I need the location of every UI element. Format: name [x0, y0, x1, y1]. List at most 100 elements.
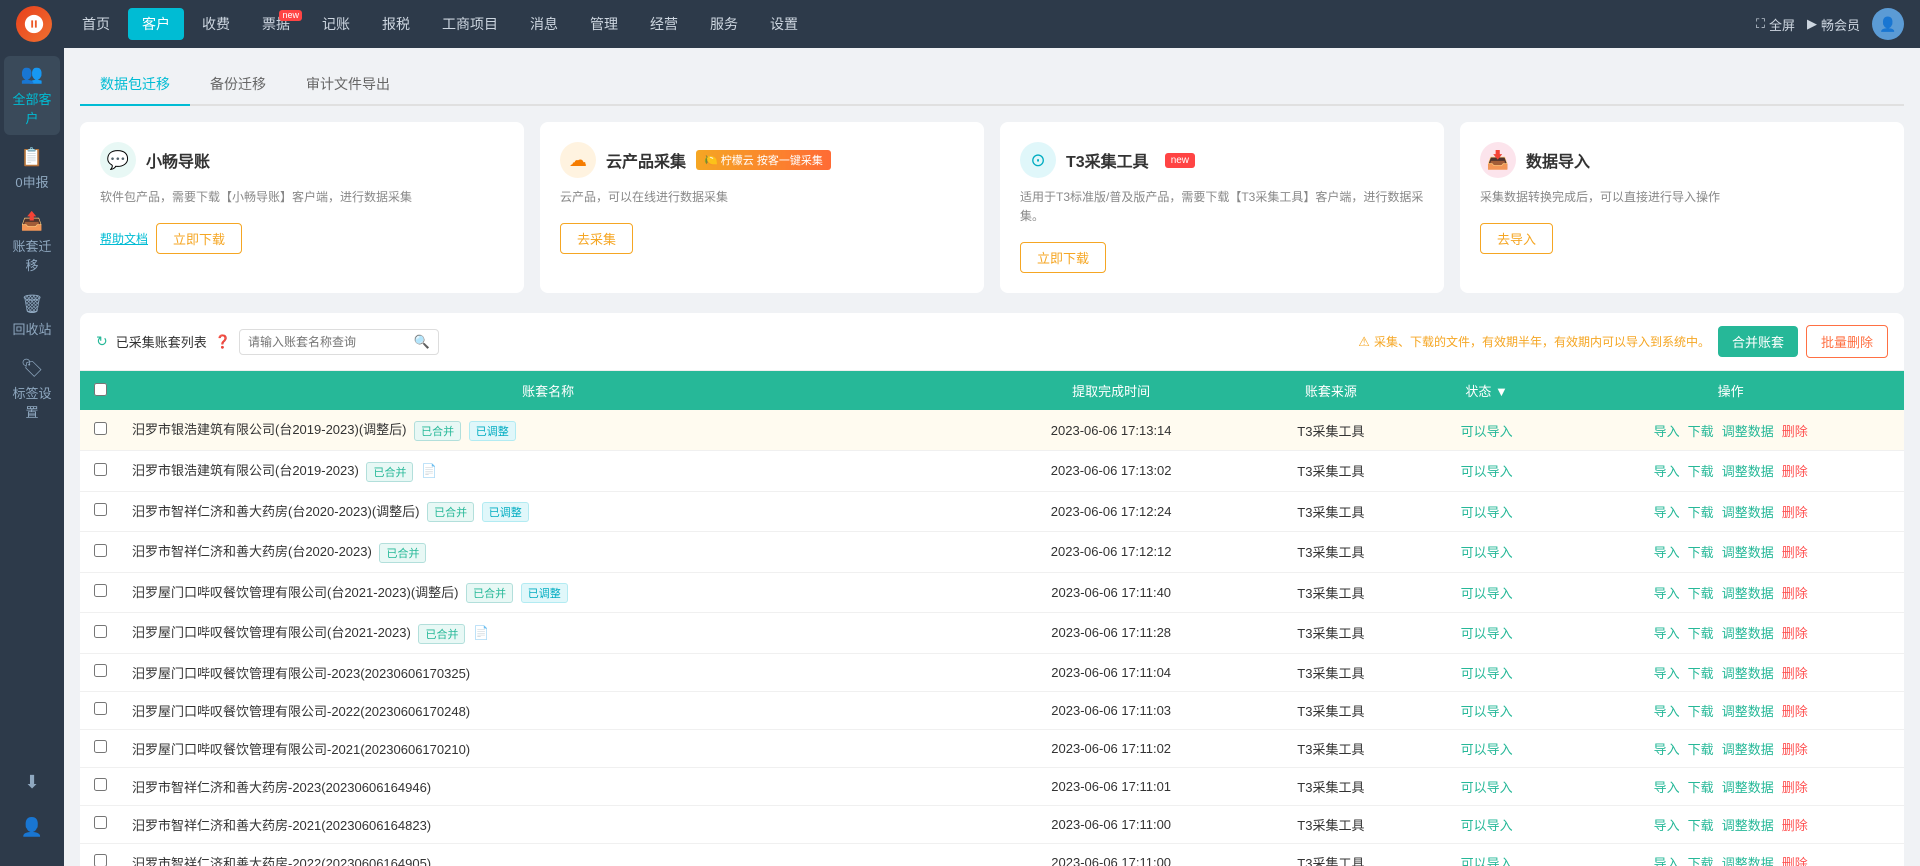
row-checkbox[interactable]: [94, 740, 107, 753]
nav-item-home[interactable]: 首页: [68, 8, 124, 40]
row-checkbox[interactable]: [94, 702, 107, 715]
action-调整数据[interactable]: 调整数据: [1722, 586, 1774, 601]
row-checkbox[interactable]: [94, 854, 107, 866]
go-collect-btn[interactable]: 去采集: [560, 223, 633, 254]
sidebar-item-user[interactable]: 👤: [4, 809, 60, 846]
refresh-icon[interactable]: ↻: [96, 333, 108, 350]
action-删除[interactable]: 删除: [1782, 704, 1808, 719]
download-now-btn[interactable]: 立即下载: [156, 223, 242, 254]
row-checkbox[interactable]: [94, 584, 107, 597]
row-checkbox[interactable]: [94, 816, 107, 829]
nav-item-invoice[interactable]: 票据new: [248, 8, 304, 40]
file-icon[interactable]: 📄: [421, 463, 437, 478]
action-删除[interactable]: 删除: [1782, 545, 1808, 560]
action-下载[interactable]: 下载: [1688, 780, 1714, 795]
action-导入[interactable]: 导入: [1654, 742, 1680, 757]
nav-item-service[interactable]: 服务: [696, 8, 752, 40]
action-删除[interactable]: 删除: [1782, 818, 1808, 833]
sidebar-item-tag-settings[interactable]: 🏷 标签设置: [4, 350, 60, 429]
action-调整数据[interactable]: 调整数据: [1722, 424, 1774, 439]
action-调整数据[interactable]: 调整数据: [1722, 505, 1774, 520]
action-调整数据[interactable]: 调整数据: [1722, 780, 1774, 795]
action-下载[interactable]: 下载: [1688, 742, 1714, 757]
action-删除[interactable]: 删除: [1782, 464, 1808, 479]
nav-item-business[interactable]: 工商项目: [428, 8, 512, 40]
tab-data-migration[interactable]: 数据包迁移: [80, 64, 190, 106]
action-删除[interactable]: 删除: [1782, 626, 1808, 641]
action-导入[interactable]: 导入: [1654, 424, 1680, 439]
nav-item-operation[interactable]: 经营: [636, 8, 692, 40]
action-导入[interactable]: 导入: [1654, 780, 1680, 795]
action-导入[interactable]: 导入: [1654, 856, 1680, 866]
nav-item-billing[interactable]: 收费: [188, 8, 244, 40]
nav-item-manage[interactable]: 管理: [576, 8, 632, 40]
action-调整数据[interactable]: 调整数据: [1722, 704, 1774, 719]
action-调整数据[interactable]: 调整数据: [1722, 856, 1774, 866]
sidebar-item-account-migration[interactable]: 📤 账套迁移: [4, 203, 60, 282]
search-icon[interactable]: 🔍: [414, 334, 430, 350]
action-导入[interactable]: 导入: [1654, 505, 1680, 520]
sidebar-item-all-clients[interactable]: 👥 全部客户: [4, 56, 60, 135]
action-导入[interactable]: 导入: [1654, 666, 1680, 681]
member-btn[interactable]: ▶ 畅会员: [1807, 15, 1860, 34]
file-icon[interactable]: 📄: [473, 625, 489, 640]
row-checkbox[interactable]: [94, 544, 107, 557]
action-调整数据[interactable]: 调整数据: [1722, 626, 1774, 641]
action-下载[interactable]: 下载: [1688, 626, 1714, 641]
action-下载[interactable]: 下载: [1688, 586, 1714, 601]
search-input[interactable]: [248, 335, 410, 349]
col-checkbox[interactable]: [80, 371, 120, 410]
merge-account-btn[interactable]: 合并账套: [1718, 326, 1798, 357]
action-导入[interactable]: 导入: [1654, 464, 1680, 479]
fullscreen-btn[interactable]: ⛶ 全屏: [1756, 15, 1795, 34]
t3-download-btn[interactable]: 立即下载: [1020, 242, 1106, 273]
nav-item-settings[interactable]: 设置: [756, 8, 812, 40]
action-删除[interactable]: 删除: [1782, 856, 1808, 866]
sidebar-item-zero-report[interactable]: 📋 0申报: [4, 139, 60, 199]
action-删除[interactable]: 删除: [1782, 742, 1808, 757]
app-logo[interactable]: [16, 6, 52, 42]
tab-backup-migration[interactable]: 备份迁移: [190, 64, 286, 106]
batch-delete-btn[interactable]: 批量删除: [1806, 325, 1888, 358]
tab-audit-export[interactable]: 审计文件导出: [286, 64, 410, 106]
action-删除[interactable]: 删除: [1782, 666, 1808, 681]
help-icon[interactable]: ❓: [215, 334, 231, 350]
row-checkbox[interactable]: [94, 503, 107, 516]
action-下载[interactable]: 下载: [1688, 704, 1714, 719]
select-all-checkbox[interactable]: [94, 383, 107, 396]
action-下载[interactable]: 下载: [1688, 545, 1714, 560]
action-导入[interactable]: 导入: [1654, 626, 1680, 641]
action-下载[interactable]: 下载: [1688, 818, 1714, 833]
action-下载[interactable]: 下载: [1688, 424, 1714, 439]
row-checkbox[interactable]: [94, 463, 107, 476]
nav-item-tax[interactable]: 报税: [368, 8, 424, 40]
sidebar-item-recycle[interactable]: 🗑 回收站: [4, 286, 60, 346]
go-import-btn[interactable]: 去导入: [1480, 223, 1553, 254]
action-调整数据[interactable]: 调整数据: [1722, 666, 1774, 681]
row-checkbox[interactable]: [94, 422, 107, 435]
action-调整数据[interactable]: 调整数据: [1722, 818, 1774, 833]
row-checkbox[interactable]: [94, 778, 107, 791]
action-导入[interactable]: 导入: [1654, 704, 1680, 719]
sidebar-item-download[interactable]: ⬇: [4, 764, 60, 801]
action-下载[interactable]: 下载: [1688, 505, 1714, 520]
user-avatar[interactable]: 👤: [1872, 8, 1904, 40]
row-checkbox[interactable]: [94, 625, 107, 638]
col-status[interactable]: 状态 ▼: [1416, 371, 1558, 410]
action-下载[interactable]: 下载: [1688, 464, 1714, 479]
action-下载[interactable]: 下载: [1688, 666, 1714, 681]
action-调整数据[interactable]: 调整数据: [1722, 464, 1774, 479]
row-checkbox[interactable]: [94, 664, 107, 677]
action-删除[interactable]: 删除: [1782, 424, 1808, 439]
action-导入[interactable]: 导入: [1654, 818, 1680, 833]
action-删除[interactable]: 删除: [1782, 586, 1808, 601]
action-删除[interactable]: 删除: [1782, 505, 1808, 520]
action-导入[interactable]: 导入: [1654, 545, 1680, 560]
nav-item-customer[interactable]: 客户: [128, 8, 184, 40]
nav-item-message[interactable]: 消息: [516, 8, 572, 40]
action-下载[interactable]: 下载: [1688, 856, 1714, 866]
nav-item-accounting[interactable]: 记账: [308, 8, 364, 40]
action-调整数据[interactable]: 调整数据: [1722, 545, 1774, 560]
action-调整数据[interactable]: 调整数据: [1722, 742, 1774, 757]
action-导入[interactable]: 导入: [1654, 586, 1680, 601]
